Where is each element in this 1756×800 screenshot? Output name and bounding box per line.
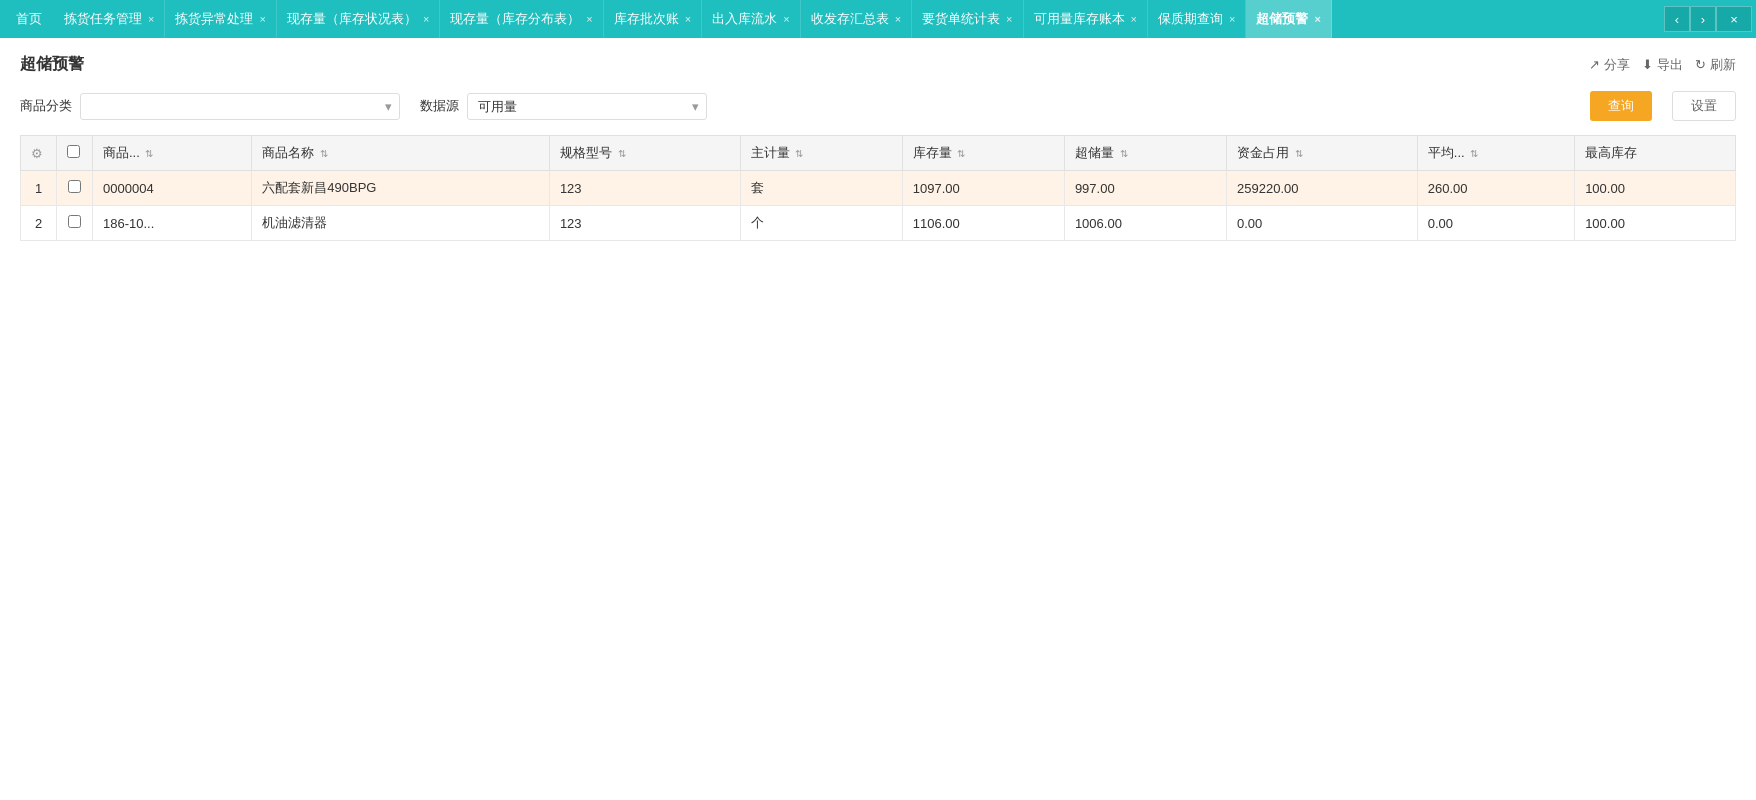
- sort-name-icon: ⇅: [320, 148, 328, 159]
- datasource-select-wrapper: 可用量: [467, 93, 707, 120]
- col-header-maxstock: 最高库存: [1575, 136, 1736, 171]
- row-name-0: 六配套新昌490BPG: [252, 171, 550, 206]
- page-content: 超储预警 ↗ 分享 ⬇ 导出 ↻ 刷新 商品分类: [0, 38, 1756, 800]
- col-header-checkbox[interactable]: [57, 136, 93, 171]
- row-maxstock-0: 100.00: [1575, 171, 1736, 206]
- nav-tab-7[interactable]: 要货单统计表 ×: [912, 0, 1023, 38]
- nav-tab-4[interactable]: 库存批次账 ×: [604, 0, 702, 38]
- close-tab-5[interactable]: ×: [783, 13, 789, 25]
- close-tab-2[interactable]: ×: [423, 13, 429, 25]
- data-table: ⚙ 商品... ⇅ 商品名称 ⇅ 规格型号 ⇅ 主计量: [20, 135, 1736, 241]
- table-header-row: ⚙ 商品... ⇅ 商品名称 ⇅ 规格型号 ⇅ 主计量: [21, 136, 1736, 171]
- nav-prev-button[interactable]: ‹: [1664, 6, 1690, 32]
- row-avg-1: 0.00: [1417, 206, 1574, 241]
- settings-button[interactable]: 设置: [1672, 91, 1736, 121]
- nav-tab-1[interactable]: 拣货异常处理 ×: [165, 0, 276, 38]
- datasource-filter: 数据源 可用量: [420, 93, 707, 120]
- row-checkbox-0[interactable]: [57, 171, 93, 206]
- nav-home[interactable]: 首页: [4, 10, 54, 28]
- col-header-unit[interactable]: 主计量 ⇅: [740, 136, 902, 171]
- page-header: 超储预警 ↗ 分享 ⬇ 导出 ↻ 刷新: [20, 54, 1736, 75]
- refresh-button[interactable]: ↻ 刷新: [1695, 56, 1736, 74]
- close-tab-4[interactable]: ×: [685, 13, 691, 25]
- settings-gear-icon[interactable]: ⚙: [31, 146, 43, 161]
- row-capital-1: 0.00: [1227, 206, 1418, 241]
- sort-stock-icon: ⇅: [957, 148, 965, 159]
- sort-unit-icon: ⇅: [795, 148, 803, 159]
- nav-tab-8[interactable]: 可用量库存账本 ×: [1024, 0, 1148, 38]
- nav-tab-2[interactable]: 现存量（库存状况表） ×: [277, 0, 440, 38]
- close-tab-9[interactable]: ×: [1229, 13, 1235, 25]
- row-code-1: 186-10...: [93, 206, 252, 241]
- row-maxstock-1: 100.00: [1575, 206, 1736, 241]
- sort-spec-icon: ⇅: [618, 148, 626, 159]
- sort-overstock-icon: ⇅: [1120, 148, 1128, 159]
- close-tab-10[interactable]: ×: [1314, 13, 1320, 25]
- row-unit-0: 套: [740, 171, 902, 206]
- nav-tab-3[interactable]: 现存量（库存分布表） ×: [440, 0, 603, 38]
- nav-tab-10[interactable]: 超储预警 ×: [1246, 0, 1331, 38]
- row-spec-0: 123: [549, 171, 740, 206]
- row-capital-0: 259220.00: [1227, 171, 1418, 206]
- nav-close-button[interactable]: ×: [1716, 6, 1752, 32]
- col-header-capital[interactable]: 资金占用 ⇅: [1227, 136, 1418, 171]
- nav-tab-5[interactable]: 出入库流水 ×: [702, 0, 800, 38]
- close-tab-3[interactable]: ×: [586, 13, 592, 25]
- datasource-label: 数据源: [420, 97, 459, 115]
- nav-tab-0[interactable]: 拣货任务管理 ×: [54, 0, 165, 38]
- col-header-name[interactable]: 商品名称 ⇅: [252, 136, 550, 171]
- share-button[interactable]: ↗ 分享: [1589, 56, 1630, 74]
- row-stock-1: 1106.00: [902, 206, 1064, 241]
- datasource-select[interactable]: 可用量: [467, 93, 707, 120]
- row-overstock-1: 1006.00: [1064, 206, 1226, 241]
- export-button[interactable]: ⬇ 导出: [1642, 56, 1683, 74]
- nav-tab-6[interactable]: 收发存汇总表 ×: [801, 0, 912, 38]
- sort-capital-icon: ⇅: [1295, 148, 1303, 159]
- page-actions: ↗ 分享 ⬇ 导出 ↻ 刷新: [1589, 56, 1736, 74]
- row-checkbox-1[interactable]: [57, 206, 93, 241]
- row-select-1[interactable]: [68, 215, 81, 228]
- query-button[interactable]: 查询: [1590, 91, 1652, 121]
- row-unit-1: 个: [740, 206, 902, 241]
- sort-avg-icon: ⇅: [1470, 148, 1478, 159]
- category-filter: 商品分类: [20, 93, 400, 120]
- table-row: 1 0000004 六配套新昌490BPG 123 套 1097.00 997.…: [21, 171, 1736, 206]
- page-title: 超储预警: [20, 54, 84, 75]
- select-all-checkbox[interactable]: [67, 145, 80, 158]
- nav-arrows: ‹ › ×: [1664, 6, 1752, 32]
- row-spec-1: 123: [549, 206, 740, 241]
- refresh-icon: ↻: [1695, 57, 1706, 72]
- share-icon: ↗: [1589, 57, 1600, 72]
- row-code-0: 0000004: [93, 171, 252, 206]
- table-row: 2 186-10... 机油滤清器 123 个 1106.00 1006.00 …: [21, 206, 1736, 241]
- nav-next-button[interactable]: ›: [1690, 6, 1716, 32]
- row-avg-0: 260.00: [1417, 171, 1574, 206]
- col-header-overstock[interactable]: 超储量 ⇅: [1064, 136, 1226, 171]
- sort-code-icon: ⇅: [145, 148, 153, 159]
- close-tab-6[interactable]: ×: [895, 13, 901, 25]
- row-num-1: 2: [21, 206, 57, 241]
- filter-row: 商品分类 数据源 可用量 查询 设置: [20, 91, 1736, 121]
- row-select-0[interactable]: [68, 180, 81, 193]
- row-stock-0: 1097.00: [902, 171, 1064, 206]
- nav-tab-9[interactable]: 保质期查询 ×: [1148, 0, 1246, 38]
- top-navigation: 首页 拣货任务管理 × 拣货异常处理 × 现存量（库存状况表） × 现存量（库存…: [0, 0, 1756, 38]
- category-label: 商品分类: [20, 97, 72, 115]
- row-overstock-0: 997.00: [1064, 171, 1226, 206]
- export-icon: ⬇: [1642, 57, 1653, 72]
- col-header-code[interactable]: 商品... ⇅: [93, 136, 252, 171]
- col-header-spec[interactable]: 规格型号 ⇅: [549, 136, 740, 171]
- close-tab-8[interactable]: ×: [1131, 13, 1137, 25]
- close-tab-1[interactable]: ×: [259, 13, 265, 25]
- category-select[interactable]: [80, 93, 400, 120]
- row-name-1: 机油滤清器: [252, 206, 550, 241]
- col-header-gear[interactable]: ⚙: [21, 136, 57, 171]
- col-header-avg[interactable]: 平均... ⇅: [1417, 136, 1574, 171]
- close-tab-0[interactable]: ×: [148, 13, 154, 25]
- row-num-0: 1: [21, 171, 57, 206]
- category-select-wrapper: [80, 93, 400, 120]
- col-header-stock[interactable]: 库存量 ⇅: [902, 136, 1064, 171]
- close-tab-7[interactable]: ×: [1006, 13, 1012, 25]
